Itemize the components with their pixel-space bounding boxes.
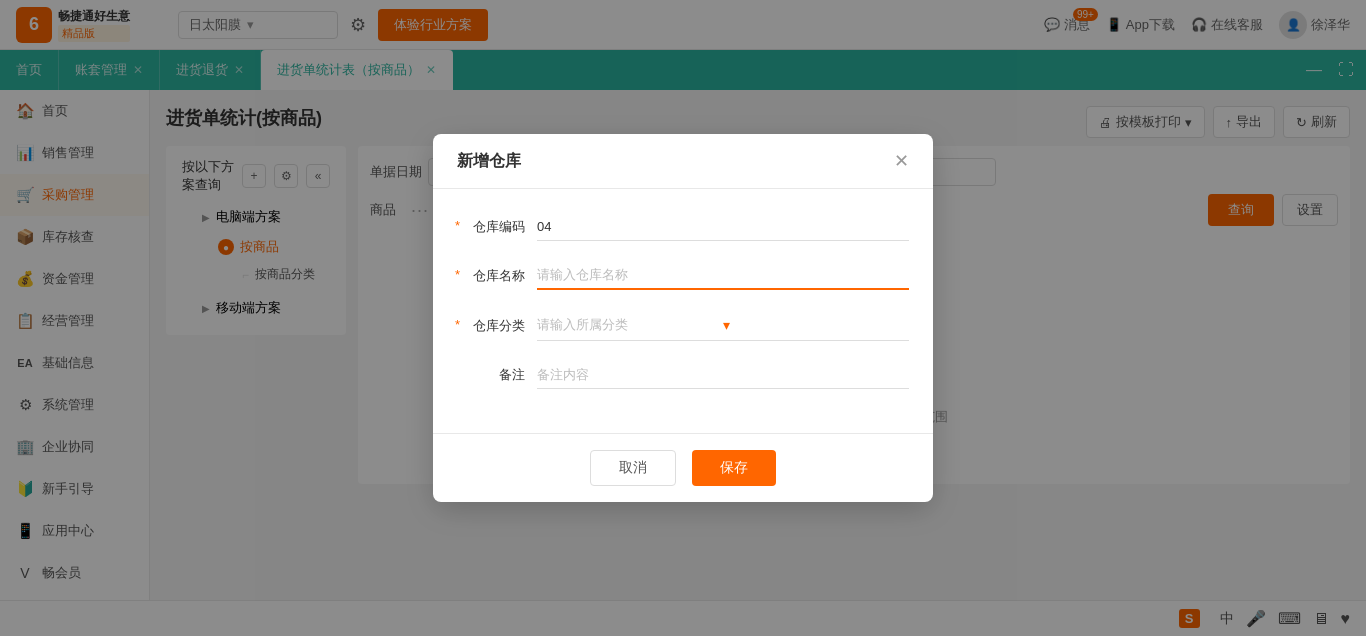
name-input[interactable]: [537, 261, 909, 290]
cancel-button[interactable]: 取消: [590, 450, 676, 486]
category-dropdown-icon: ▾: [723, 317, 909, 333]
modal-new-warehouse: 新增仓库 ✕ 仓库编码 仓库名称 仓库分类 请输入所属分类 ▾: [433, 134, 933, 502]
name-label: 仓库名称: [457, 267, 537, 285]
note-label: 备注: [457, 366, 537, 384]
form-row-name: 仓库名称: [457, 261, 909, 290]
modal-footer: 取消 保存: [433, 433, 933, 502]
modal-overlay[interactable]: 新增仓库 ✕ 仓库编码 仓库名称 仓库分类 请输入所属分类 ▾: [0, 0, 1366, 636]
modal-body: 仓库编码 仓库名称 仓库分类 请输入所属分类 ▾ 备注: [433, 189, 933, 433]
modal-close-button[interactable]: ✕: [894, 150, 909, 172]
modal-header: 新增仓库 ✕: [433, 134, 933, 189]
category-label: 仓库分类: [457, 317, 537, 335]
form-row-code: 仓库编码: [457, 213, 909, 241]
category-placeholder: 请输入所属分类: [537, 316, 723, 334]
form-row-category: 仓库分类 请输入所属分类 ▾: [457, 310, 909, 341]
form-row-note: 备注: [457, 361, 909, 389]
note-input[interactable]: [537, 361, 909, 389]
code-input[interactable]: [537, 213, 909, 241]
save-button[interactable]: 保存: [692, 450, 776, 486]
modal-title: 新增仓库: [457, 151, 521, 172]
category-select[interactable]: 请输入所属分类 ▾: [537, 310, 909, 341]
code-label: 仓库编码: [457, 218, 537, 236]
